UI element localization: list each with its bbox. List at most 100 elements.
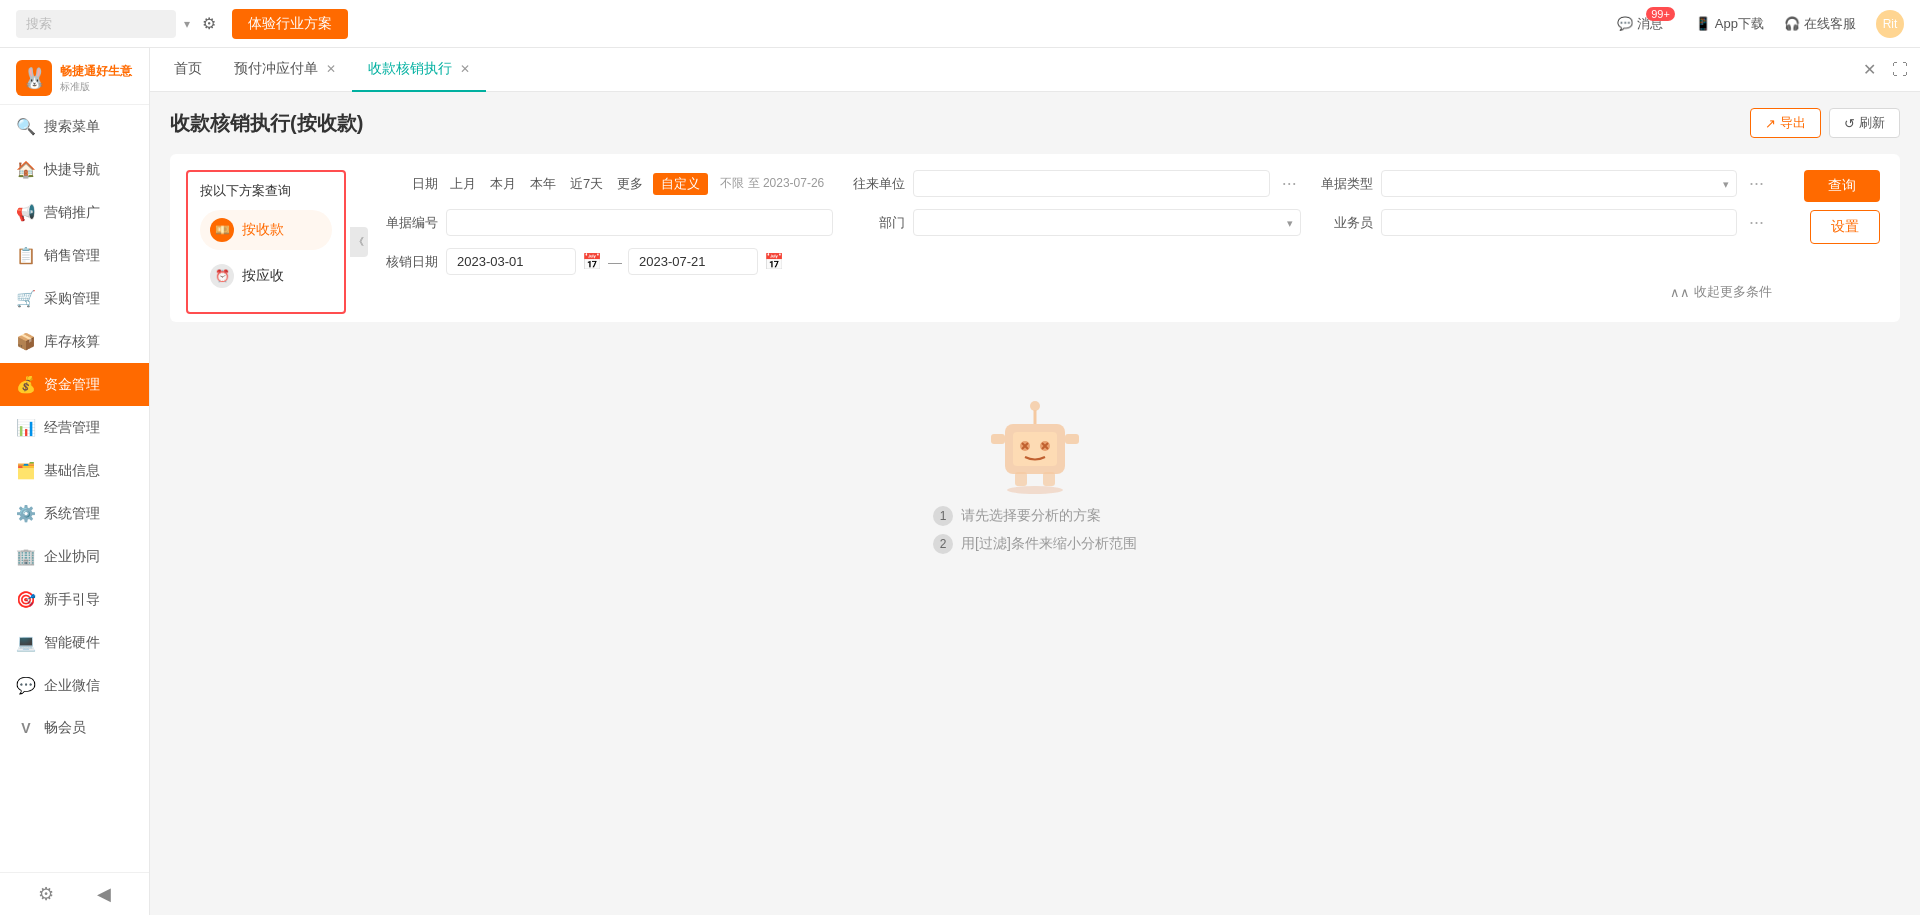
svg-rect-13 [1043, 472, 1055, 486]
filter-row-1: 日期 上月 本月 本年 近7天 更多 自定义 [362, 170, 1788, 197]
empty-illustration [975, 394, 1095, 494]
sidebar-item-search[interactable]: 🔍 搜索菜单 [0, 105, 149, 148]
app-download-button[interactable]: 📱 App下载 [1695, 15, 1764, 33]
sidebar-item-wechat[interactable]: 💬 企业微信 [0, 664, 149, 707]
sidebar-item-hardware[interactable]: 💻 智能硬件 [0, 621, 149, 664]
verify-date-start-input[interactable] [446, 248, 576, 275]
doc-type-select[interactable] [1381, 170, 1737, 197]
salesman-dots-btn[interactable]: ··· [1745, 212, 1768, 233]
collapse-label: 收起更多条件 [1694, 283, 1772, 301]
counterparty-dots-btn[interactable]: ··· [1278, 173, 1301, 194]
page-title: 收款核销执行(按收款) [170, 110, 363, 137]
doc-type-select-wrap [1381, 170, 1737, 197]
sidebar-label-operations: 经营管理 [44, 419, 100, 437]
hint2-number: 2 [933, 534, 953, 554]
sidebar-item-inventory[interactable]: 📦 库存核算 [0, 320, 149, 363]
date-btn-more[interactable]: 更多 [613, 173, 647, 195]
dept-select-wrap [913, 209, 1300, 236]
tab-prepay[interactable]: 预付冲应付单 ✕ [218, 48, 352, 92]
logo-icon: 🐰 [16, 60, 52, 96]
export-button[interactable]: ↗ 导出 [1750, 108, 1821, 138]
filter-counterparty-field: 往来单位 ··· [853, 170, 1300, 197]
sidebar-label-hardware: 智能硬件 [44, 634, 100, 652]
date-unlimited-label: 不限 至 2023-07-26 [720, 175, 824, 192]
sidebar-item-enterprise[interactable]: 🏢 企业协同 [0, 535, 149, 578]
export-label: 导出 [1780, 114, 1806, 132]
page-actions: ↗ 导出 ↺ 刷新 [1750, 108, 1900, 138]
date-btn-last-month[interactable]: 上月 [446, 173, 480, 195]
avatar[interactable]: Rit [1876, 10, 1904, 38]
online-service-button[interactable]: 🎧 在线客服 [1784, 15, 1856, 33]
message-badge: 99+ [1646, 7, 1675, 21]
empty-text: 1 请先选择要分析的方案 2 用[过滤]条件来缩小分析范围 [933, 506, 1137, 554]
calendar-end-icon[interactable]: 📅 [764, 252, 784, 271]
setting-button[interactable]: 设置 [1810, 210, 1880, 244]
sidebar-item-member[interactable]: V 畅会员 [0, 707, 149, 749]
tab-collection[interactable]: 收款核销执行 ✕ [352, 48, 486, 92]
wechat-icon: 💬 [16, 676, 36, 695]
date-btn-this-year[interactable]: 本年 [526, 173, 560, 195]
query-panel-collapse-btn[interactable]: 《 [350, 227, 368, 257]
filter-doc-type-field: 单据类型 ··· [1321, 170, 1768, 197]
page-content: 收款核销执行(按收款) ↗ 导出 ↺ 刷新 按以 [150, 92, 1920, 915]
tab-fullscreen-icon[interactable]: ⛶ [1888, 57, 1912, 83]
system-icon: ⚙️ [16, 504, 36, 523]
hint1-number: 1 [933, 506, 953, 526]
sidebar-item-marketing[interactable]: 📢 营销推广 [0, 191, 149, 234]
logo-sub-text: 标准版 [60, 80, 132, 94]
hardware-icon: 💻 [16, 633, 36, 652]
sidebar-item-basicinfo[interactable]: 🗂️ 基础信息 [0, 449, 149, 492]
tab-close-prepay[interactable]: ✕ [326, 62, 336, 76]
tab-close-collection[interactable]: ✕ [460, 62, 470, 76]
tab-home[interactable]: 首页 [158, 48, 218, 92]
sidebar-item-newbie[interactable]: 🎯 新手引导 [0, 578, 149, 621]
sidebar-item-finance[interactable]: 💰 资金管理 [0, 363, 149, 406]
query-panel: 按以下方案查询 💴 按收款 ⏰ 按应收 《 [186, 170, 346, 314]
sidebar-logo: 🐰 畅捷通好生意 标准版 [0, 48, 149, 105]
sidebar-item-quicknav[interactable]: 🏠 快捷导航 [0, 148, 149, 191]
doc-type-dots-btn[interactable]: ··· [1745, 173, 1768, 194]
sidebar-label-sales: 销售管理 [44, 247, 100, 265]
top-bar-left: 搜索 ▾ ⚙ 体验行业方案 [16, 9, 1617, 39]
filter-fields: 日期 上月 本月 本年 近7天 更多 自定义 [362, 170, 1788, 301]
tabs-bar: 首页 预付冲应付单 ✕ 收款核销执行 ✕ ✕ ⛶ [150, 48, 1920, 92]
message-button[interactable]: 💬 消息 99+ [1617, 15, 1663, 33]
collapse-more-conditions-btn[interactable]: ∧∧ 收起更多条件 [362, 283, 1788, 301]
collapse-sidebar-icon[interactable]: ◀ [97, 883, 111, 905]
date-btn-this-month[interactable]: 本月 [486, 173, 520, 195]
dept-select[interactable] [913, 209, 1300, 236]
sidebar-label-enterprise: 企业协同 [44, 548, 100, 566]
counterparty-input[interactable] [913, 170, 1269, 197]
svg-rect-1 [1013, 432, 1057, 466]
date-btn-7days[interactable]: 近7天 [566, 173, 607, 195]
settings-bottom-icon[interactable]: ⚙ [38, 883, 54, 905]
tab-close-window-icon[interactable]: ✕ [1859, 56, 1880, 83]
basicinfo-icon: 🗂️ [16, 461, 36, 480]
query-button[interactable]: 查询 [1804, 170, 1880, 202]
sidebar-label-purchase: 采购管理 [44, 290, 100, 308]
sidebar-item-sales[interactable]: 📋 销售管理 [0, 234, 149, 277]
filter-main: 按以下方案查询 💴 按收款 ⏰ 按应收 《 [170, 154, 1900, 322]
sidebar-label-member: 畅会员 [44, 719, 86, 737]
salesman-input[interactable] [1381, 209, 1737, 236]
sidebar-item-system[interactable]: ⚙️ 系统管理 [0, 492, 149, 535]
refresh-button[interactable]: ↺ 刷新 [1829, 108, 1900, 138]
gear-icon[interactable]: ⚙ [202, 14, 216, 33]
collapse-icon: ∧∧ [1670, 285, 1690, 300]
query-type-by-collection[interactable]: 💴 按收款 [200, 210, 332, 250]
verify-date-end-input[interactable] [628, 248, 758, 275]
app-label: App下载 [1715, 15, 1764, 33]
sidebar-item-operations[interactable]: 📊 经营管理 [0, 406, 149, 449]
date-btn-custom[interactable]: 自定义 [653, 173, 708, 195]
query-type-by-receivable[interactable]: ⏰ 按应收 [200, 256, 332, 296]
dropdown-chevron-icon[interactable]: ▾ [184, 17, 190, 31]
sidebar: 🐰 畅捷通好生意 标准版 🔍 搜索菜单 🏠 快捷导航 📢 营销推广 📋 销售管理… [0, 48, 150, 915]
purchase-icon: 🛒 [16, 289, 36, 308]
sidebar-item-purchase[interactable]: 🛒 采购管理 [0, 277, 149, 320]
sales-icon: 📋 [16, 246, 36, 265]
empty-state: 1 请先选择要分析的方案 2 用[过滤]条件来缩小分析范围 [170, 334, 1900, 594]
doc-number-input[interactable] [446, 209, 833, 236]
industry-button[interactable]: 体验行业方案 [232, 9, 348, 39]
sidebar-label-inventory: 库存核算 [44, 333, 100, 351]
calendar-start-icon[interactable]: 📅 [582, 252, 602, 271]
